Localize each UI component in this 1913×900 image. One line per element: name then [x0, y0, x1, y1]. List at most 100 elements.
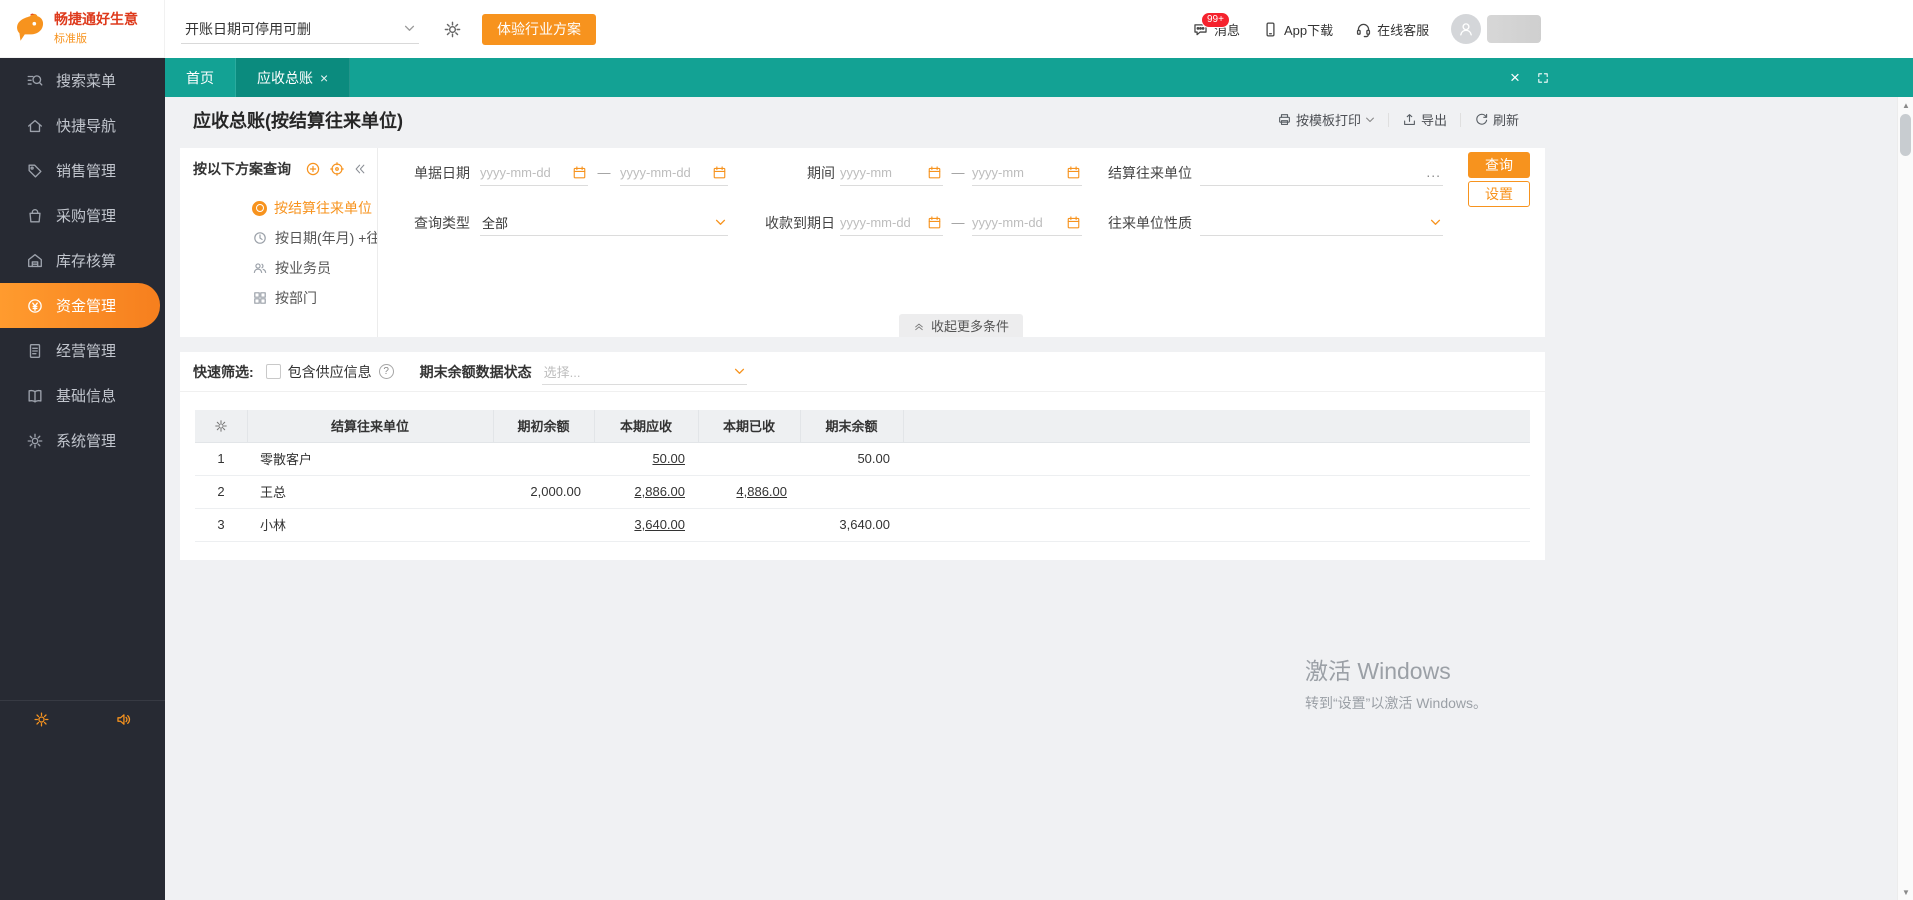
username-redacted: [1487, 15, 1542, 43]
online-service-button[interactable]: 在线客服: [1355, 20, 1429, 39]
scroll-down-arrow[interactable]: ▼: [1898, 884, 1913, 900]
cell-opening: 2,000.00: [493, 475, 594, 509]
sidebar-item-inventory[interactable]: 库存核算: [0, 238, 165, 283]
scheme-item-by-date[interactable]: 按日期(年月) +往...: [180, 223, 377, 253]
scroll-up-arrow[interactable]: ▲: [1898, 97, 1913, 113]
account-set-dropdown[interactable]: 开账日期可停用可删: [181, 14, 419, 44]
locate-scheme-icon[interactable]: [329, 161, 345, 177]
partner-nature-select[interactable]: [1200, 210, 1443, 236]
avatar[interactable]: [1451, 14, 1482, 44]
chevron-down-icon: [734, 368, 745, 375]
logo-area: 畅捷通好生意 标准版: [0, 0, 165, 58]
money-icon: [26, 297, 44, 315]
scheme-label: 按业务员: [275, 260, 331, 276]
calendar-icon[interactable]: [572, 165, 587, 180]
sidebar-item-purchase[interactable]: 采购管理: [0, 193, 165, 238]
cell-closing: 3,640.00: [800, 508, 903, 542]
period-from-field: [840, 160, 943, 186]
search-icon: [26, 72, 44, 90]
due-date-from-field: [840, 210, 943, 236]
settings-button[interactable]: 设置: [1468, 181, 1530, 207]
sidebar-label: 经营管理: [56, 343, 117, 360]
sidebar-footer: [0, 700, 165, 738]
tab-receivable-ledger[interactable]: 应收总账 ×: [236, 58, 351, 97]
brand-text: 畅捷通好生意 标准版: [54, 11, 138, 46]
sidebar: 搜索菜单 快捷导航 销售管理 采购管理 库存核算 资金管理 经营管理 基础信息: [0, 58, 165, 900]
partner-more-button[interactable]: ...: [1426, 164, 1441, 180]
column-header-received: 本期已收: [698, 410, 801, 443]
home-icon: [26, 117, 44, 135]
sidebar-item-sales[interactable]: 销售管理: [0, 148, 165, 193]
scrollbar-thumb[interactable]: [1900, 114, 1911, 156]
receivable-amount-link[interactable]: 3,640.00: [634, 517, 685, 532]
message-icon-wrap: 99+: [1192, 11, 1230, 38]
cell-partner: 零散客户: [247, 442, 493, 476]
calendar-icon[interactable]: [1066, 165, 1081, 180]
footer-settings-button[interactable]: [0, 701, 83, 738]
sidebar-item-funds[interactable]: 资金管理: [0, 283, 160, 328]
table-row: 1 零散客户 50.00 50.00: [195, 442, 1530, 476]
scheme-label: 按日期(年月) +往...: [275, 230, 377, 246]
tab-home[interactable]: 首页: [165, 58, 236, 97]
cell-receivable: 3,640.00: [594, 508, 698, 542]
export-button[interactable]: 导出: [1402, 110, 1447, 129]
doc-date-label: 单据日期: [414, 165, 470, 181]
main-content: 应收总账(按结算往来单位) 按模板打印 导出 刷新 按以下方案查询 按结算往来单…: [165, 97, 1897, 900]
scheme-item-by-department[interactable]: 按部门: [180, 283, 377, 313]
partner-field: ...: [1200, 160, 1443, 186]
sidebar-label: 基础信息: [56, 388, 117, 405]
partner-input[interactable]: [1200, 165, 1443, 180]
footer-announcement-button[interactable]: [83, 701, 166, 738]
cell-received: 4,886.00: [698, 475, 800, 509]
users-icon: [252, 260, 268, 276]
scheme-item-by-salesperson[interactable]: 按业务员: [180, 253, 377, 283]
sidebar-label: 销售管理: [56, 163, 117, 180]
row-index: 1: [195, 442, 247, 476]
sidebar-item-system[interactable]: 系统管理: [0, 418, 165, 463]
include-supplier-checkbox[interactable]: [265, 364, 281, 379]
receivable-amount-link[interactable]: 2,886.00: [634, 484, 685, 499]
query-type-select[interactable]: 全部: [480, 210, 728, 236]
message-badge: 99+: [1201, 11, 1230, 28]
received-amount-link[interactable]: 4,886.00: [736, 484, 787, 499]
scheme-item-by-partner[interactable]: 按结算往来单位: [180, 193, 377, 223]
close-tabs-icon[interactable]: ×: [1510, 69, 1520, 86]
refresh-button[interactable]: 刷新: [1474, 110, 1519, 129]
gear-icon[interactable]: [214, 419, 228, 433]
calendar-icon[interactable]: [927, 165, 942, 180]
messages-button[interactable]: 99+ 消息: [1192, 11, 1240, 39]
print-by-template-button[interactable]: 按模板打印: [1277, 110, 1375, 129]
sidebar-item-search-menu[interactable]: 搜索菜单: [0, 58, 165, 103]
export-icon: [1402, 112, 1417, 127]
brand-logo-icon: [17, 13, 44, 41]
page-actions: 按模板打印 导出 刷新: [1277, 97, 1519, 142]
gear-icon: [26, 432, 44, 450]
chevron-down-icon: [404, 25, 415, 32]
sidebar-item-basic-info[interactable]: 基础信息: [0, 373, 165, 418]
table-row: 3 小林 3,640.00 3,640.00: [195, 508, 1530, 542]
balance-status-select[interactable]: 选择...: [541, 359, 747, 385]
add-scheme-icon[interactable]: [305, 161, 321, 177]
row-index: 3: [195, 508, 247, 542]
collapse-conditions-button[interactable]: 收起更多条件: [898, 314, 1024, 337]
gear-icon[interactable]: [443, 20, 462, 39]
calendar-icon[interactable]: [1066, 215, 1081, 230]
collapse-pane-icon[interactable]: [353, 162, 367, 176]
help-icon[interactable]: ?: [378, 364, 394, 379]
sidebar-item-operations[interactable]: 经营管理: [0, 328, 165, 373]
sidebar-item-quick-nav[interactable]: 快捷导航: [0, 103, 165, 148]
tab-close-icon[interactable]: ×: [320, 71, 328, 85]
app-download-button[interactable]: App下载: [1262, 20, 1333, 39]
calendar-icon[interactable]: [927, 215, 942, 230]
cell-opening: [493, 508, 594, 542]
receivable-amount-link[interactable]: 50.00: [652, 451, 685, 466]
industry-plan-button[interactable]: 体验行业方案: [482, 13, 596, 45]
windows-watermark: 激活 Windows 转到“设置”以激活 Windows。: [1305, 652, 1487, 713]
cell-opening: [493, 442, 594, 476]
scheme-head-icons: [305, 161, 367, 177]
sidebar-label: 库存核算: [56, 253, 117, 270]
cell-received: [698, 508, 800, 542]
search-button[interactable]: 查询: [1468, 152, 1530, 178]
fullscreen-icon[interactable]: [1536, 71, 1550, 85]
column-header-filler: [903, 410, 1530, 443]
